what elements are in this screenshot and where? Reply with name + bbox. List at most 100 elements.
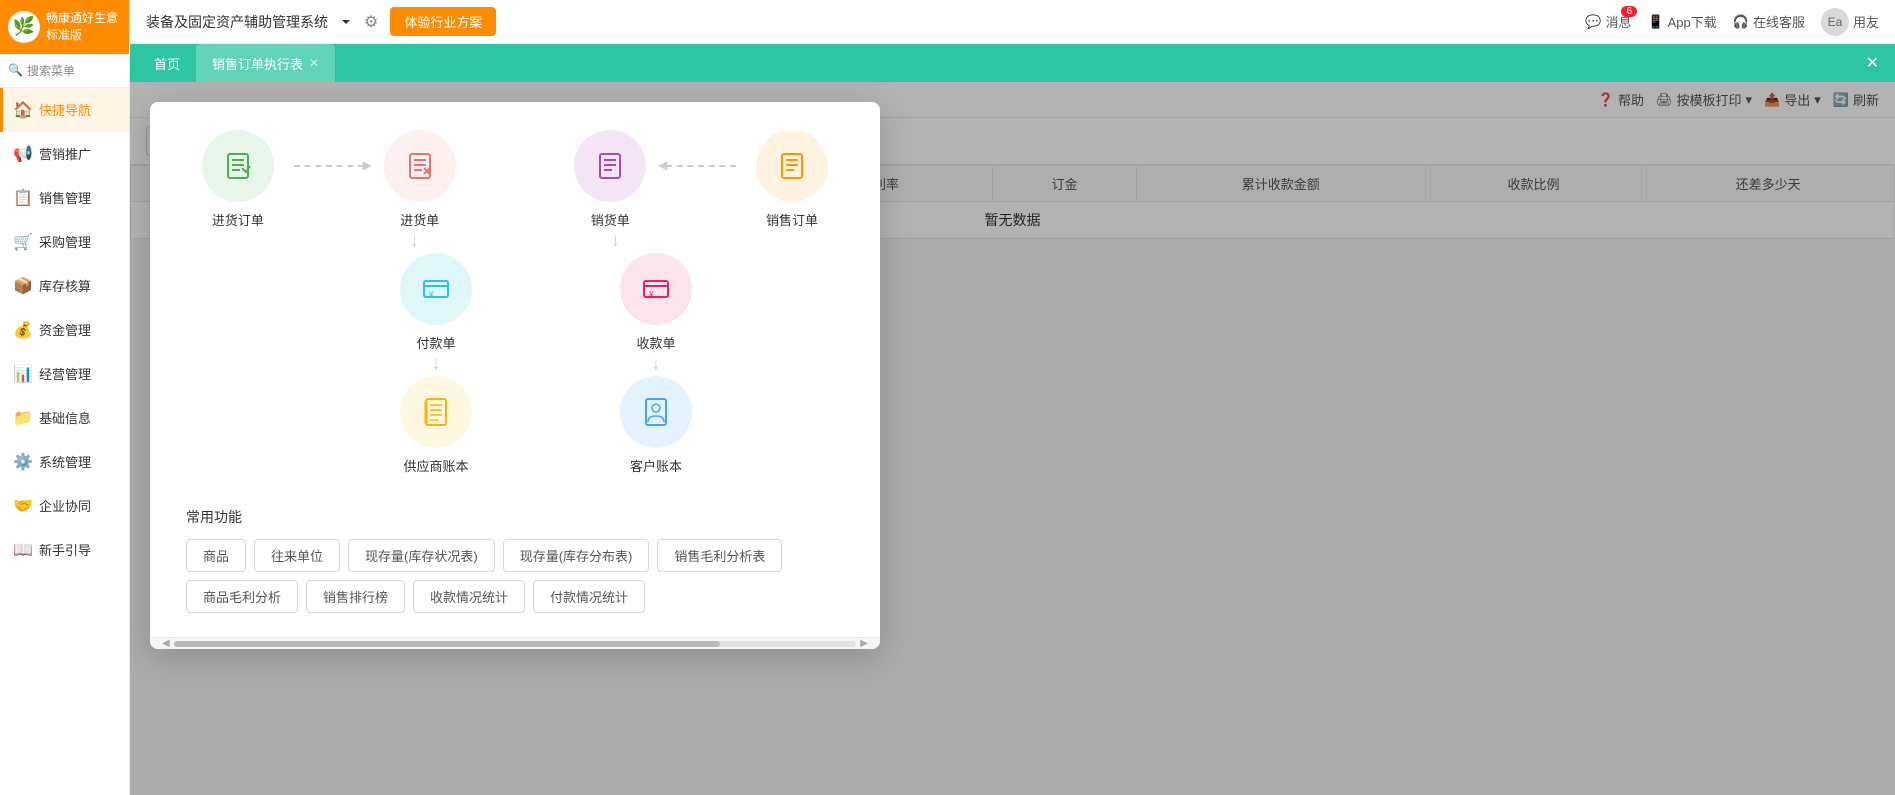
sidebar-item-sales[interactable]: 📋 销售管理	[0, 176, 129, 220]
system-dropdown[interactable]	[340, 16, 352, 28]
sidebar-item-system[interactable]: ⚙️ 系统管理	[0, 440, 129, 484]
flow-node-purchase-order[interactable]: 进货订单	[186, 130, 290, 229]
settings-icon[interactable]: ⚙	[364, 12, 378, 32]
basic-info-icon: 📁	[13, 408, 33, 428]
func-btn-receipt-stats[interactable]: 收款情况统计	[413, 580, 525, 613]
sidebar-item-finance[interactable]: 💰 资金管理	[0, 308, 129, 352]
func-btn-sales-rank[interactable]: 销售排行榜	[306, 580, 405, 613]
customer-account-label: 客户账本	[630, 456, 682, 475]
download-icon: 📱	[1647, 14, 1663, 30]
logo-icon: 🌿	[8, 11, 40, 43]
system-icon: ⚙️	[13, 452, 33, 472]
func-btn-inventory-dist[interactable]: 现存量(库存分布表)	[503, 539, 650, 572]
tab-bar: 首页 销售订单执行表 ✕ ✕	[130, 44, 1895, 82]
inventory-icon: 📦	[13, 276, 33, 296]
func-btn-sales-profit[interactable]: 销售毛利分析表	[657, 539, 782, 572]
flow-row-1: 进货订单 ▶	[186, 130, 844, 229]
sidebar-nav: 🏠 快捷导航 📢 营销推广 📋 销售管理 🛒 采购管理 📦 库存核算 💰	[0, 88, 129, 795]
sidebar-logo[interactable]: 🌿 畅康通好生意 标准版	[0, 0, 129, 54]
tab-home[interactable]: 首页	[138, 44, 196, 82]
function-buttons: 商品 往来单位 现存量(库存状况表) 现存量(库存分布表) 销售毛利分析表 商品…	[186, 539, 844, 613]
tab-close-icon[interactable]: ✕	[309, 56, 319, 70]
flow-diagram: 进货订单 ▶	[186, 130, 844, 483]
func-btn-payment-stats[interactable]: 付款情况统计	[533, 580, 645, 613]
message-action[interactable]: 💬 消息 6	[1585, 12, 1631, 31]
scroll-left-arrow[interactable]: ◀	[158, 638, 174, 649]
user-action[interactable]: Ea 用友	[1821, 8, 1879, 36]
app-download-action[interactable]: 📱 App下载	[1647, 12, 1716, 31]
flow-node-sales-bill[interactable]: 销货单	[558, 130, 662, 229]
tab-sales-order[interactable]: 销售订单执行表 ✕	[196, 44, 335, 82]
flow-node-receipt[interactable]: ¥ 收款单	[596, 253, 716, 352]
sidebar-search[interactable]: 🔍 搜索菜单	[0, 54, 129, 88]
arrow-down-payment: ↓	[376, 360, 496, 376]
receipt-label: 收款单	[636, 333, 675, 352]
sales-icon: 📋	[13, 188, 33, 208]
quick-nav-modal: 进货订单 ▶	[150, 102, 880, 649]
online-service-action[interactable]: 🎧 在线客服	[1733, 12, 1805, 31]
flow-row-2: ¥ 付款单	[186, 253, 844, 352]
arrow-down-receipt: ↓	[596, 360, 716, 376]
sales-bill-label: 销货单	[591, 210, 630, 229]
func-btn-product-profit[interactable]: 商品毛利分析	[186, 580, 298, 613]
modal-overlay: 进货订单 ▶	[130, 82, 1895, 795]
func-btn-product[interactable]: 商品	[186, 539, 246, 572]
receipt-icon: ¥	[620, 253, 692, 325]
header-actions: 💬 消息 6 📱 App下载 🎧 在线客服 Ea 用友	[1585, 8, 1879, 36]
modal-scrollbar: ◀ ▶	[150, 637, 880, 649]
common-functions: 常用功能 商品 往来单位 现存量(库存状况表) 现存量(库存分布表) 销售毛利分…	[186, 507, 844, 613]
svg-text:¥: ¥	[428, 290, 434, 299]
sidebar: 🌿 畅康通好生意 标准版 🔍 搜索菜单 🏠 快捷导航 📢 营销推广 📋 销售管理	[0, 0, 130, 795]
main-area: 装备及固定资产辅助管理系统 ⚙ 体验行业方案 💬 消息 6 📱 App下载 🎧	[130, 0, 1895, 795]
window-close-icon[interactable]: ✕	[1858, 53, 1887, 73]
sidebar-item-guide[interactable]: 📖 新手引导	[0, 528, 129, 572]
svg-text:¥: ¥	[648, 290, 654, 299]
arrow-1: ▶	[290, 165, 368, 167]
avatar: Ea	[1821, 8, 1849, 36]
finance-icon: 💰	[13, 320, 33, 340]
flow-node-purchase-bill[interactable]: 进货单	[368, 130, 472, 229]
sidebar-item-operations[interactable]: 📊 经营管理	[0, 352, 129, 396]
service-icon: 🎧	[1733, 14, 1749, 30]
arrow-2: ◀	[662, 165, 740, 167]
flow-node-customer-account[interactable]: 客户账本	[596, 376, 716, 475]
enterprise-icon: 🤝	[13, 496, 33, 516]
search-icon: 🔍	[8, 63, 23, 77]
supplier-account-label: 供应商账本	[403, 456, 468, 475]
common-functions-title: 常用功能	[186, 507, 844, 527]
purchase-order-label: 进货订单	[212, 210, 264, 229]
message-icon: 💬	[1585, 14, 1601, 30]
sidebar-item-enterprise[interactable]: 🤝 企业协同	[0, 484, 129, 528]
guide-icon: 📖	[13, 540, 33, 560]
flow-node-payment[interactable]: ¥ 付款单	[376, 253, 496, 352]
flow-row-3: 供应商账本	[186, 376, 844, 475]
func-btn-partner[interactable]: 往来单位	[254, 539, 340, 572]
sales-order-label: 销售订单	[766, 210, 818, 229]
sales-bill-icon	[574, 130, 646, 202]
experience-button[interactable]: 体验行业方案	[390, 7, 496, 36]
system-title: 装备及固定资产辅助管理系统	[146, 12, 328, 32]
content-area: ❓ 帮助 🖨 按模板打印 ▾ 📤 导出 ▾ 🔄	[130, 82, 1895, 795]
sidebar-item-marketing[interactable]: 📢 营销推广	[0, 132, 129, 176]
purchase-bill-label: 进货单	[400, 210, 439, 229]
sidebar-item-inventory[interactable]: 📦 库存核算	[0, 264, 129, 308]
payment-icon: ¥	[400, 253, 472, 325]
sidebar-item-quick-nav[interactable]: 🏠 快捷导航	[0, 88, 129, 132]
supplier-account-icon	[400, 376, 472, 448]
sidebar-item-basic-info[interactable]: 📁 基础信息	[0, 396, 129, 440]
flow-node-supplier-account[interactable]: 供应商账本	[376, 376, 496, 475]
modal-inner: 进货订单 ▶	[150, 102, 880, 637]
scrollbar-thumb[interactable]	[174, 641, 720, 647]
logo-text: 畅康通好生意 标准版	[46, 10, 118, 44]
sales-order-icon	[756, 130, 828, 202]
purchase-icon: 🛒	[13, 232, 33, 252]
arrow-down-purchase: ↓	[360, 237, 470, 253]
flow-arrows-down: ↓ ↓	[186, 237, 844, 253]
func-btn-inventory-status[interactable]: 现存量(库存状况表)	[348, 539, 495, 572]
sidebar-item-purchase[interactable]: 🛒 采购管理	[0, 220, 129, 264]
operations-icon: 📊	[13, 364, 33, 384]
flow-node-sales-order[interactable]: 销售订单	[740, 130, 844, 229]
scrollbar-track[interactable]	[174, 641, 857, 647]
customer-account-icon	[620, 376, 692, 448]
scroll-right-arrow[interactable]: ▶	[856, 638, 872, 649]
